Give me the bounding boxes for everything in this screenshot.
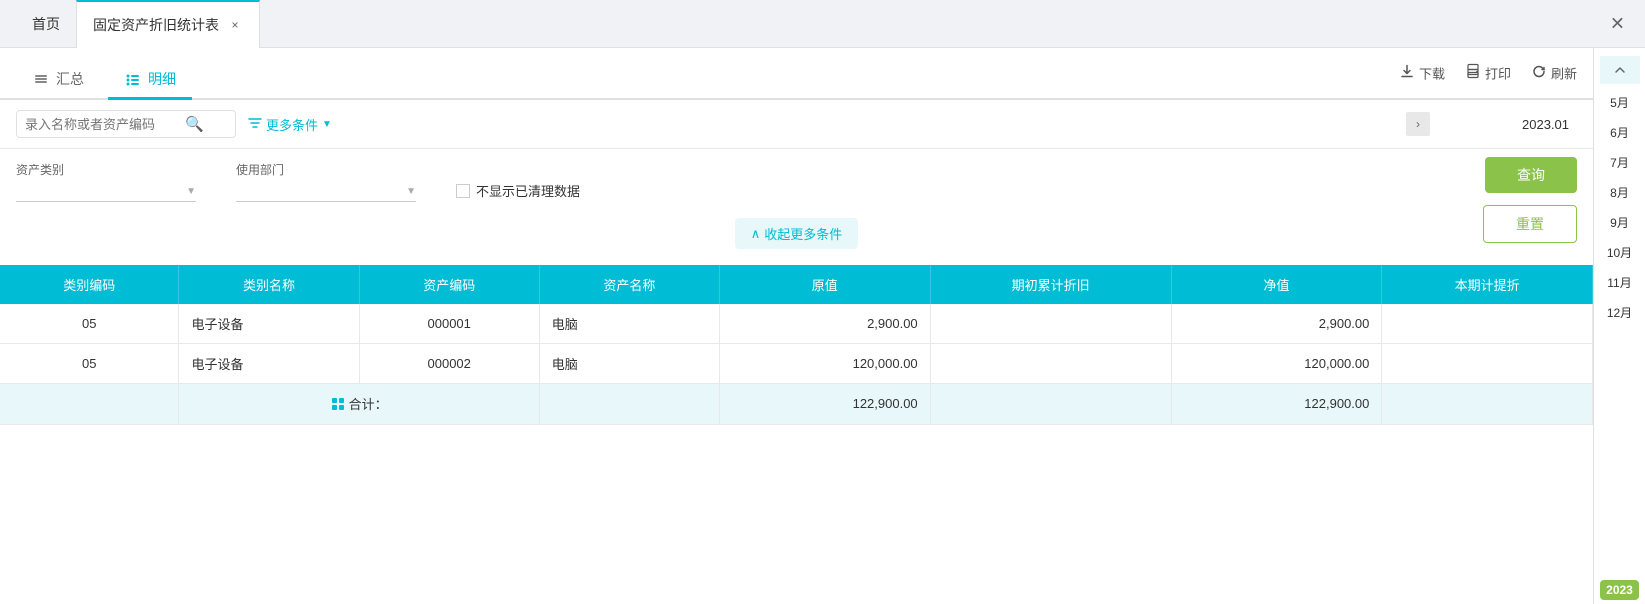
print-icon <box>1465 64 1481 83</box>
tab-detail[interactable]: 明细 <box>108 61 192 100</box>
month-11[interactable]: 11月 <box>1600 268 1640 296</box>
layers-icon <box>32 70 50 88</box>
cell-asset-code: 000001 <box>359 304 539 344</box>
cell-category-code: 05 <box>0 344 179 384</box>
download-icon <box>1399 64 1415 83</box>
hide-cleared-checkbox[interactable] <box>456 184 470 198</box>
cell-accumulated-dep <box>930 304 1171 344</box>
hide-cleared-label: 不显示已清理数据 <box>476 181 580 200</box>
asset-category-label: 资产类别 <box>16 161 196 178</box>
filter-icon <box>248 116 262 133</box>
th-original-value: 原值 <box>719 265 930 304</box>
table-wrap: 类别编码 类别名称 资产编码 资产名称 原值 期初累计折旧 净值 本期计提折 0… <box>0 265 1593 604</box>
tab-summary[interactable]: 汇总 <box>16 61 100 100</box>
period-display: 2023.01 <box>1522 117 1569 132</box>
month-6[interactable]: 6月 <box>1600 118 1640 146</box>
print-button[interactable]: 打印 <box>1465 64 1511 83</box>
more-filter-button[interactable]: 更多条件 ▼ <box>248 115 332 134</box>
th-accumulated-depreciation: 期初累计折旧 <box>930 265 1171 304</box>
tab-close-button[interactable]: × <box>227 17 243 33</box>
collapse-more-row: ∧ 收起更多条件 <box>0 202 1593 265</box>
summary-icon-cell: 合计： <box>331 394 388 413</box>
collapse-more-label: 收起更多条件 <box>764 224 842 243</box>
cell-asset-name: 电脑 <box>539 304 719 344</box>
download-label: 下载 <box>1419 64 1445 83</box>
tab-active[interactable]: 固定资产折旧统计表 × <box>76 0 260 48</box>
th-asset-code: 资产编码 <box>359 265 539 304</box>
main-table: 类别编码 类别名称 资产编码 资产名称 原值 期初累计折旧 净值 本期计提折 0… <box>0 265 1593 425</box>
more-filter-label: 更多条件 <box>266 115 318 134</box>
use-department-label: 使用部门 <box>236 161 416 178</box>
th-net-value: 净值 <box>1171 265 1382 304</box>
refresh-label: 刷新 <box>1551 64 1577 83</box>
cell-category-code: 05 <box>0 304 179 344</box>
month-5[interactable]: 5月 <box>1600 88 1640 116</box>
collapse-more-button[interactable]: ∧ 收起更多条件 <box>735 218 859 249</box>
current-year-badge: 2023 <box>1600 580 1639 600</box>
collapse-arrow-button[interactable]: › <box>1406 112 1430 136</box>
chevron-down-icon: ▼ <box>322 119 332 130</box>
search-icon[interactable]: 🔍 <box>185 115 204 133</box>
th-category-code: 类别编码 <box>0 265 179 304</box>
refresh-button[interactable]: 刷新 <box>1531 64 1577 83</box>
summary-row: 合计： 122,900.00 122,900.00 <box>0 384 1593 425</box>
cell-asset-name: 电脑 <box>539 344 719 384</box>
use-dept-chevron: ▼ <box>406 186 416 197</box>
summary-original-value: 122,900.00 <box>719 384 930 425</box>
tab-detail-label: 明细 <box>148 69 176 89</box>
cell-original-value: 120,000.00 <box>719 344 930 384</box>
hide-cleared-checkbox-row: 不显示已清理数据 <box>456 181 580 200</box>
cell-net-value: 120,000.00 <box>1171 344 1382 384</box>
main-content: 汇总 明细 <box>0 48 1593 604</box>
summary-label: 合计： <box>349 394 388 413</box>
refresh-icon <box>1531 64 1547 83</box>
right-sidebar: 5月 6月 7月 8月 9月 10月 11月 12月 2023 <box>1593 48 1645 604</box>
month-9[interactable]: 9月 <box>1600 208 1640 236</box>
use-department-field: 使用部门 ▼ <box>236 161 416 202</box>
table-row: 05 电子设备 000002 电脑 120,000.00 120,000.00 <box>0 344 1593 384</box>
cell-category-name: 电子设备 <box>179 344 359 384</box>
list-icon <box>124 70 142 88</box>
query-button[interactable]: 查询 <box>1485 157 1577 193</box>
cell-current-period <box>1382 344 1593 384</box>
table-row: 05 电子设备 000001 电脑 2,900.00 2,900.00 <box>0 304 1593 344</box>
cell-accumulated-dep <box>930 344 1171 384</box>
asset-category-select[interactable]: ▼ <box>16 182 196 202</box>
month-8[interactable]: 8月 <box>1600 178 1640 206</box>
toolbar-right: 下载 打印 <box>1399 64 1577 83</box>
cell-asset-code: 000002 <box>359 344 539 384</box>
filter-area: 🔍 更多条件 ▼ › 2023.01 <box>0 100 1593 149</box>
use-department-select[interactable]: ▼ <box>236 182 416 202</box>
print-label: 打印 <box>1485 64 1511 83</box>
reset-button[interactable]: 重置 <box>1483 205 1577 243</box>
tab-home[interactable]: 首页 <box>16 0 76 48</box>
search-input-wrap: 🔍 <box>16 110 236 138</box>
cell-category-name: 电子设备 <box>179 304 359 344</box>
month-7[interactable]: 7月 <box>1600 148 1640 176</box>
th-category-name: 类别名称 <box>179 265 359 304</box>
asset-category-field: 资产类别 ▼ <box>16 161 196 202</box>
sec-tab-bar: 汇总 明细 <box>0 48 1593 100</box>
chevron-up-icon: ∧ <box>751 226 761 242</box>
active-tab-label: 固定资产折旧统计表 <box>93 15 219 35</box>
month-10[interactable]: 10月 <box>1600 238 1640 266</box>
global-close-button[interactable]: ✕ <box>1610 13 1625 34</box>
search-input[interactable] <box>25 117 185 132</box>
cell-current-period <box>1382 304 1593 344</box>
th-current-period: 本期计提折 <box>1382 265 1593 304</box>
summary-accumulated-dep <box>930 384 1171 425</box>
tab-bar: 首页 固定资产折旧统计表 × ✕ <box>0 0 1645 48</box>
month-12[interactable]: 12月 <box>1600 298 1640 326</box>
cell-net-value: 2,900.00 <box>1171 304 1382 344</box>
table-header-row: 类别编码 类别名称 资产编码 资产名称 原值 期初累计折旧 净值 本期计提折 <box>0 265 1593 304</box>
month-nav-up-button[interactable] <box>1600 56 1640 84</box>
th-asset-name: 资产名称 <box>539 265 719 304</box>
tab-summary-label: 汇总 <box>56 69 84 89</box>
advanced-filter: 资产类别 ▼ 使用部门 ▼ 不显示已清理数据 查询 重置 <box>0 149 1593 202</box>
asset-category-chevron: ▼ <box>186 186 196 197</box>
cell-original-value: 2,900.00 <box>719 304 930 344</box>
summary-net-value: 122,900.00 <box>1171 384 1382 425</box>
download-button[interactable]: 下载 <box>1399 64 1445 83</box>
summary-current-period <box>1382 384 1593 425</box>
